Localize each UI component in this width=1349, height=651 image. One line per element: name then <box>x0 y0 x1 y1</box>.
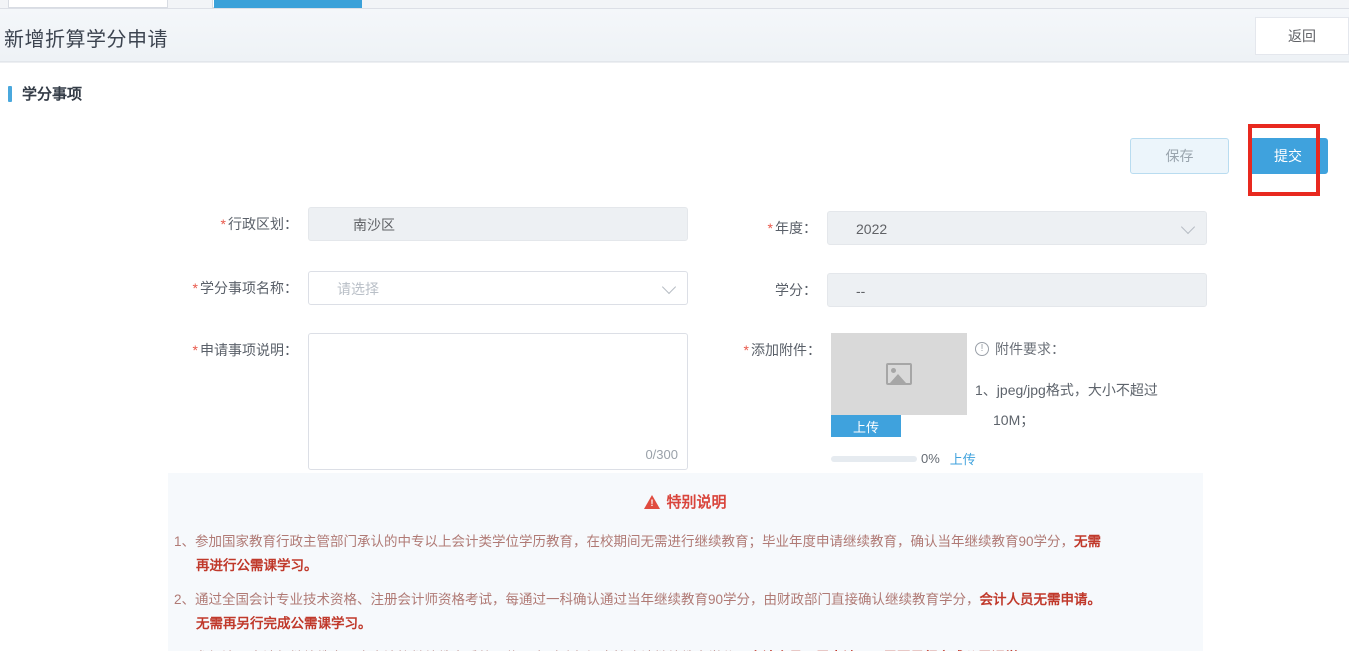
attachment-requirements: ! 附件要求： 1、jpeg/jpg格式，大小不超过 10M； <box>975 339 1205 435</box>
field-credit-value: 学分： -- <box>755 273 1207 307</box>
required-marker: * <box>192 342 198 358</box>
page-title: 新增折算学分申请 <box>4 29 168 51</box>
label-credit-value: 学分： <box>775 282 817 298</box>
character-counter: 0/300 <box>645 447 678 462</box>
section-title: 学分事项 <box>22 86 83 103</box>
credit-value: -- <box>827 273 1207 307</box>
upload-link[interactable]: 上传 <box>950 449 976 468</box>
tab-active[interactable] <box>214 0 362 8</box>
label-credit-item-name: * 学分事项名称： <box>192 280 298 296</box>
warning-triangle-icon <box>644 494 661 509</box>
administrative-division-value: 南沙区 <box>308 207 688 241</box>
label-attachment: * 添加附件： <box>743 342 821 358</box>
upload-button[interactable]: 上传 <box>831 415 901 437</box>
label-application-description: * 申请事项说明： <box>192 342 298 358</box>
upload-progress-track <box>831 455 917 462</box>
attachment-requirements-title: ! 附件要求： <box>975 339 1205 359</box>
required-marker: * <box>220 216 226 232</box>
field-credit-item-name: * 学分事项名称： 请选择 <box>190 271 688 305</box>
image-placeholder-icon <box>886 363 912 385</box>
application-description-textarea[interactable] <box>308 333 688 470</box>
label-year: * 年度： <box>767 220 817 236</box>
field-year: * 年度： 2022 <box>755 211 1207 245</box>
label-administrative-division: * 行政区划： <box>220 216 298 232</box>
field-attachment: * 添加附件： 上传 0% 上传 <box>733 333 976 467</box>
upload-progress-row: 0% 上传 <box>831 449 1006 468</box>
section-accent-bar <box>8 85 12 102</box>
tab-inactive-1[interactable] <box>8 0 168 8</box>
required-marker: * <box>192 280 198 296</box>
special-notice-title: 特别说明 <box>168 491 1203 512</box>
browser-tabstrip <box>0 0 1349 9</box>
attachment-requirement-item: 1、jpeg/jpg格式，大小不超过 10M； <box>975 382 1158 428</box>
notice-item: 3、参加注册会计师继续教育，由省注协继续教育系统回传，由财政部门直接确认继续教育… <box>168 646 1203 651</box>
field-application-description: * 申请事项说明： 0/300 <box>190 333 688 470</box>
page-root: 新增折算学分申请 返回 学分事项 保存 提交 *行政区划： 南沙区 *年度： <box>0 0 1349 651</box>
back-button[interactable]: 返回 <box>1255 17 1349 55</box>
field-administrative-division: * 行政区划： 南沙区 <box>210 207 688 241</box>
form-card: 学分事项 保存 提交 * 行政区划： 南沙区 * 年度： 2022 * 学分事项… <box>0 62 1349 651</box>
year-select[interactable]: 2022 <box>827 211 1207 245</box>
notice-item: 1、参加国家教育行政主管部门承认的中专以上会计类学位学历教育，在校期间无需进行继… <box>174 534 1102 573</box>
required-marker: * <box>743 342 749 358</box>
save-button[interactable]: 保存 <box>1130 138 1229 174</box>
page-header: 新增折算学分申请 返回 <box>0 9 1349 62</box>
section-header: 学分事项 <box>8 83 82 104</box>
notice-item: 2、通过全国会计专业技术资格、注册会计师资格考试，每通过一科确认通过当年继续教育… <box>174 592 1102 631</box>
required-marker: * <box>767 220 773 236</box>
attachment-preview-box[interactable] <box>831 333 967 415</box>
upload-progress-percent: 0% <box>921 451 940 466</box>
submit-button[interactable]: 提交 <box>1248 138 1328 174</box>
info-icon: ! <box>975 342 989 356</box>
credit-item-name-select[interactable]: 请选择 <box>308 271 688 305</box>
special-notice-panel: 特别说明 1、参加国家教育行政主管部门承认的中专以上会计类学位学历教育，在校期间… <box>168 473 1203 651</box>
